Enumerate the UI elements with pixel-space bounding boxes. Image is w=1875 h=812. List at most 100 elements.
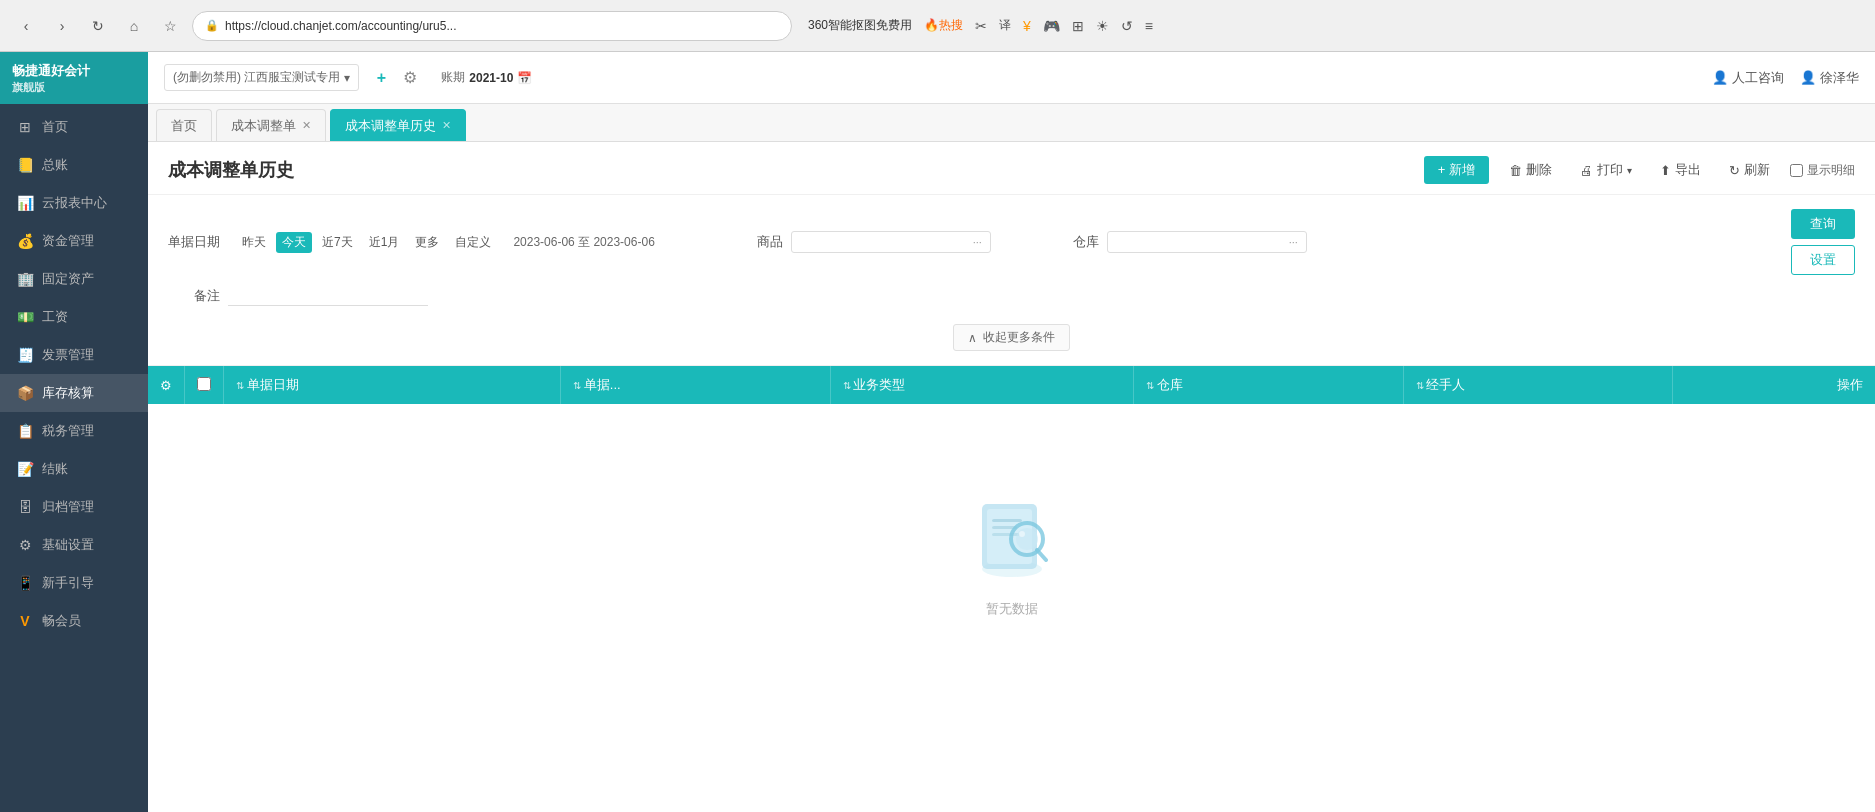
empty-state: 暂无数据: [148, 404, 1875, 698]
forward-button[interactable]: ›: [48, 12, 76, 40]
collapse-btn-wrapper: ∧ 收起更多条件: [168, 316, 1855, 351]
sidebar-item-settings-label: 基础设置: [42, 536, 94, 554]
sidebar-item-ledger[interactable]: 📒 总账: [0, 146, 148, 184]
warehouse-filter-label: 仓库: [1047, 233, 1099, 251]
table-settings-icon: ⚙: [160, 378, 172, 393]
date-btn-more[interactable]: 更多: [409, 232, 445, 253]
undo-tool[interactable]: ↺: [1121, 18, 1133, 34]
back-button[interactable]: ‹: [12, 12, 40, 40]
refresh-button[interactable]: ↻ 刷新: [1721, 157, 1778, 183]
export-label: 导出: [1675, 161, 1701, 179]
customer-service-btn[interactable]: 👤 人工咨询: [1712, 69, 1784, 87]
hot-search[interactable]: 🔥热搜: [924, 17, 963, 34]
topbar-right: 👤 人工咨询 👤 徐泽华: [1712, 69, 1859, 87]
brightness-tool[interactable]: ☀: [1096, 18, 1109, 34]
period-selector[interactable]: 账期 2021-10 📅: [441, 69, 532, 86]
date-btn-yesterday[interactable]: 昨天: [236, 232, 272, 253]
table-header-settings[interactable]: ⚙: [148, 366, 185, 404]
remarks-input[interactable]: [228, 285, 428, 306]
sidebar-item-invoice[interactable]: 🧾 发票管理: [0, 336, 148, 374]
date-btn-custom[interactable]: 自定义: [449, 232, 497, 253]
sidebar-item-payroll[interactable]: 💵 工资: [0, 298, 148, 336]
delete-label: 删除: [1526, 161, 1552, 179]
tab-cost-adjust-close-icon[interactable]: ✕: [302, 119, 311, 132]
date-btn-today[interactable]: 今天: [276, 232, 312, 253]
left-sidebar: 畅捷通好会计 旗舰版 ⊞ 首页 📒 总账 📊 云报表中心 💰 资金管理 �: [0, 52, 148, 812]
show-cols-label: 显示明细: [1807, 162, 1855, 179]
sidebar-item-guide[interactable]: 📱 新手引导: [0, 564, 148, 602]
print-label: 打印: [1597, 161, 1623, 179]
warehouse-select[interactable]: ···: [1107, 231, 1307, 253]
member-menu-icon: V: [16, 613, 34, 629]
svg-point-7: [1016, 528, 1038, 550]
tab-cost-adjust-history[interactable]: 成本调整单历史 ✕: [330, 109, 466, 141]
sidebar-item-settings[interactable]: ⚙ 基础设置: [0, 526, 148, 564]
star-button[interactable]: ☆: [156, 12, 184, 40]
table-header-warehouse[interactable]: ⇅ 仓库: [1133, 366, 1403, 404]
sidebar-item-reports[interactable]: 📊 云报表中心: [0, 184, 148, 222]
new-button[interactable]: + 新增: [1424, 156, 1489, 184]
sidebar-item-home[interactable]: ⊞ 首页: [0, 108, 148, 146]
export-button[interactable]: ⬆ 导出: [1652, 157, 1709, 183]
table-header-number[interactable]: ⇅ 单据...: [561, 366, 831, 404]
closing-menu-icon: 📝: [16, 461, 34, 477]
browser-bar: ‹ › ↻ ⌂ ☆ 🔒 https://cloud.chanjet.com/ac…: [0, 0, 1875, 52]
payment-tool[interactable]: ¥: [1023, 18, 1031, 34]
show-cols-checkbox[interactable]: [1790, 164, 1803, 177]
home-button[interactable]: ⌂: [120, 12, 148, 40]
date-btn-7days[interactable]: 近7天: [316, 232, 359, 253]
cutout-tool[interactable]: 360智能抠图免费用: [808, 17, 912, 34]
collapse-filter-button[interactable]: ∧ 收起更多条件: [953, 324, 1070, 351]
funds-menu-icon: 💰: [16, 233, 34, 249]
table-header-type[interactable]: ⇅ 业务类型: [830, 366, 1133, 404]
show-cols-toggle[interactable]: 显示明细: [1790, 162, 1855, 179]
filter-action-btns: 查询 设置: [1791, 209, 1855, 275]
tab-cost-adjust-history-close-icon[interactable]: ✕: [442, 119, 451, 132]
app-version: 旗舰版: [12, 80, 90, 95]
grid-tool[interactable]: ⊞: [1072, 18, 1084, 34]
table-header-operator[interactable]: ⇅ 经手人: [1403, 366, 1673, 404]
empty-illustration: [962, 484, 1062, 584]
service-label: 人工咨询: [1732, 69, 1784, 87]
table-header-checkbox[interactable]: [185, 366, 224, 404]
goods-more-icon: ···: [973, 236, 982, 248]
translate-tool[interactable]: 译: [999, 17, 1011, 34]
ledger-menu-icon: 📒: [16, 157, 34, 173]
delete-button[interactable]: 🗑 删除: [1501, 157, 1560, 183]
reload-button[interactable]: ↻: [84, 12, 112, 40]
topbar-settings-icon[interactable]: ⚙: [403, 68, 417, 87]
tab-home[interactable]: 首页: [156, 109, 212, 141]
sidebar-item-member[interactable]: V 畅会员: [0, 602, 148, 640]
sidebar-item-archive[interactable]: 🗄 归档管理: [0, 488, 148, 526]
query-button[interactable]: 查询: [1791, 209, 1855, 239]
user-profile-btn[interactable]: 👤 徐泽华: [1800, 69, 1859, 87]
table-header-date[interactable]: ⇅ 单据日期: [224, 366, 561, 404]
menu-tool[interactable]: ≡: [1145, 18, 1153, 34]
sidebar-item-fixed-assets[interactable]: 🏢 固定资产: [0, 260, 148, 298]
sidebar-item-closing[interactable]: 📝 结账: [0, 450, 148, 488]
page-content: 成本调整单历史 + 新增 🗑 删除 🖨 打印 ▾ ⬆ 导出: [148, 142, 1875, 812]
game-tool[interactable]: 🎮: [1043, 18, 1060, 34]
refresh-icon: ↻: [1729, 163, 1740, 178]
svg-line-8: [1037, 550, 1046, 560]
scissors-tool[interactable]: ✂: [975, 18, 987, 34]
tenant-selector[interactable]: (勿删勿禁用) 江西服宝测试专用 ▾: [164, 64, 359, 91]
goods-select[interactable]: ···: [791, 231, 991, 253]
address-bar[interactable]: 🔒 https://cloud.chanjet.com/accounting/u…: [192, 11, 792, 41]
setting-button[interactable]: 设置: [1791, 245, 1855, 275]
add-workspace-button[interactable]: +: [367, 64, 395, 92]
remarks-row: 备注: [168, 285, 1855, 306]
sidebar-item-funds[interactable]: 💰 资金管理: [0, 222, 148, 260]
payroll-menu-icon: 💵: [16, 309, 34, 325]
print-button[interactable]: 🖨 打印 ▾: [1572, 157, 1640, 183]
table-header-action-label: 操作: [1837, 377, 1863, 392]
select-all-checkbox[interactable]: [197, 377, 211, 391]
export-icon: ⬆: [1660, 163, 1671, 178]
sidebar-item-inventory[interactable]: 📦 库存核算: [0, 374, 148, 412]
date-btn-1month[interactable]: 近1月: [363, 232, 406, 253]
collapse-icon: ∧: [968, 331, 977, 345]
sidebar-item-tax[interactable]: 📋 税务管理: [0, 412, 148, 450]
url-text: https://cloud.chanjet.com/accounting/uru…: [225, 19, 456, 33]
sidebar-item-member-label: 畅会员: [42, 612, 81, 630]
tab-cost-adjust[interactable]: 成本调整单 ✕: [216, 109, 326, 141]
